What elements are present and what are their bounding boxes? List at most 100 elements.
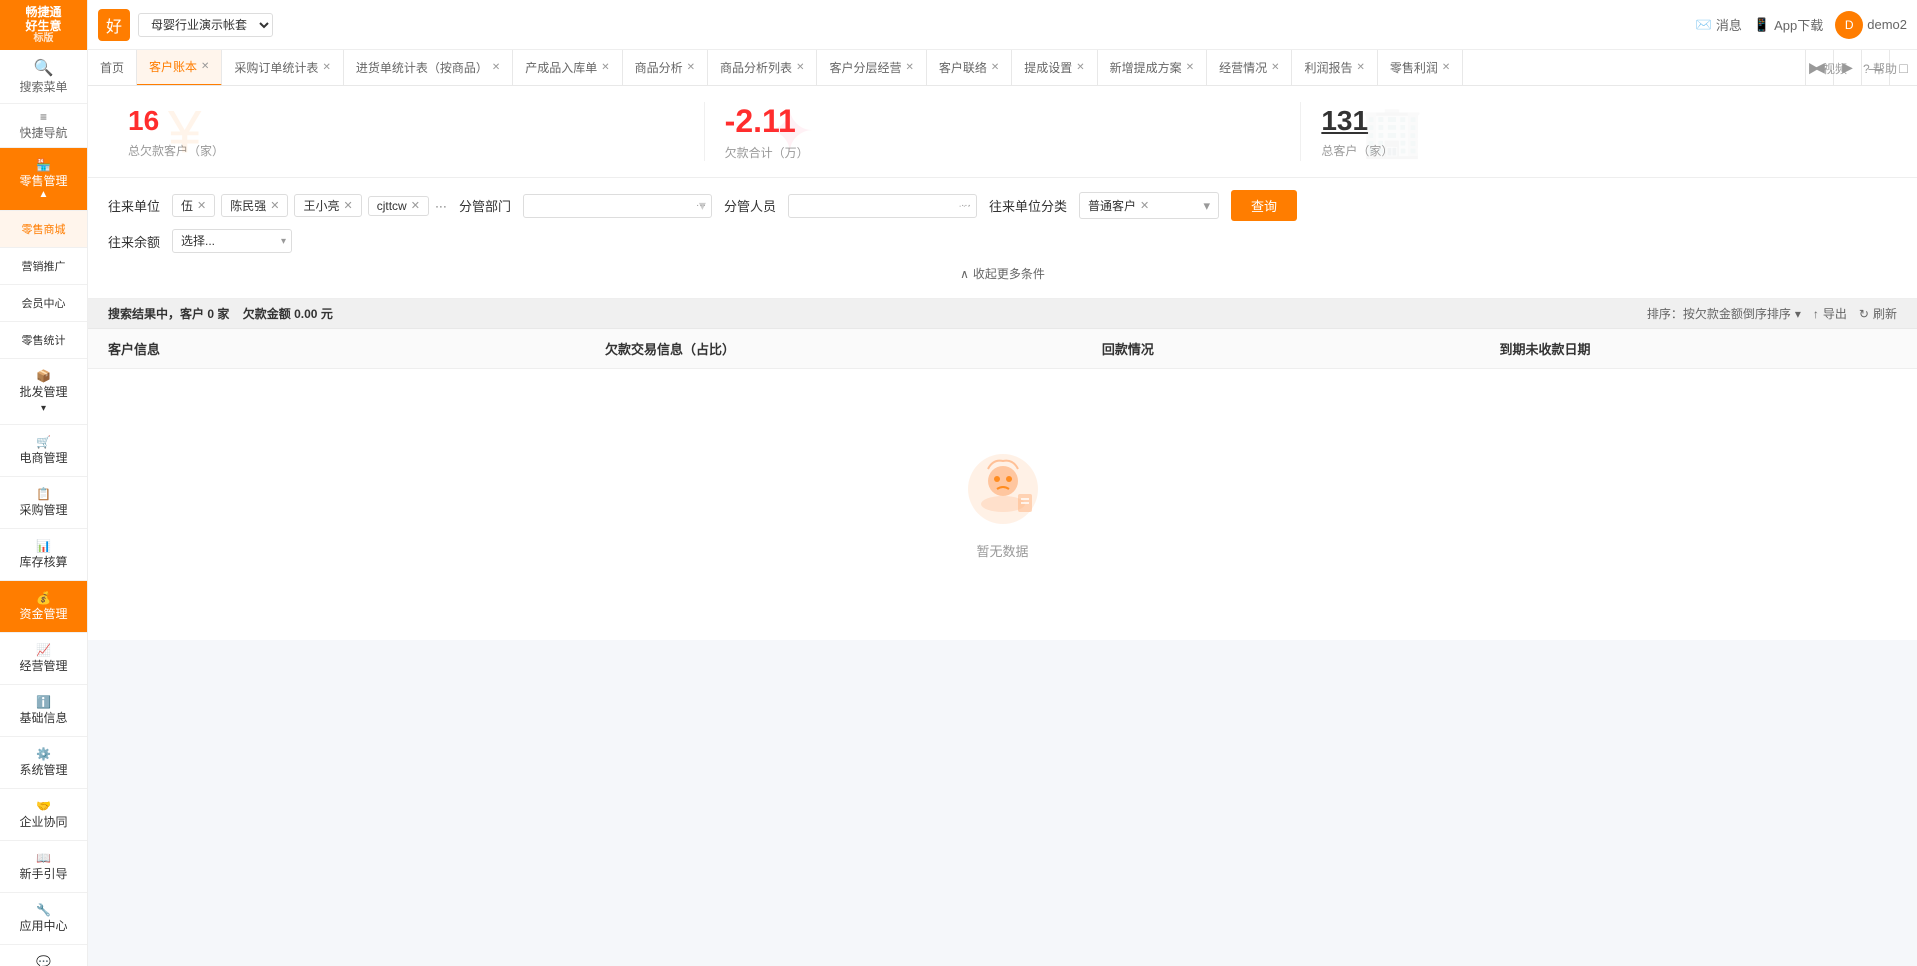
sort-icon: ▾	[1795, 307, 1801, 321]
sidebar-item-retail-mgmt[interactable]: 🏪 零售管理 ▲	[0, 148, 87, 211]
tab-customer-contact-close[interactable]: ✕	[991, 62, 999, 73]
sidebar-item-marketing[interactable]: 营销推广	[0, 248, 87, 285]
filter-tag-wu[interactable]: 伍 ✕	[172, 194, 215, 217]
filter-person-input[interactable]	[788, 194, 977, 218]
filter-tag-cjttcw-close[interactable]: ✕	[411, 199, 420, 212]
tab-retail-profit-close[interactable]: ✕	[1442, 62, 1450, 73]
message-button[interactable]: ✉️ 消息	[1696, 15, 1742, 34]
tab-add-commission-close[interactable]: ✕	[1186, 62, 1194, 73]
filter-dept-input[interactable]	[523, 194, 712, 218]
tab-customer-ledger[interactable]: 客户账本 ✕	[137, 50, 222, 86]
tab-product-in[interactable]: 产成品入库单 ✕	[513, 50, 622, 86]
tab-home-label: 首页	[100, 59, 124, 76]
sidebar-item-retail-mall[interactable]: 零售商城	[0, 211, 87, 248]
sidebar-item-guide[interactable]: 📖 新手引导	[0, 841, 87, 893]
filter-tag-cjttcw[interactable]: cjttcw ✕	[368, 196, 429, 216]
results-bar: 搜索结果中，客户 0 家 欠款金额 0.00 元 排序：按欠款金额倒序排序 ▾ …	[88, 299, 1917, 329]
tab-purchase-order[interactable]: 采购订单统计表 ✕	[222, 50, 343, 86]
col-header-repayment: 回款情况	[1102, 339, 1500, 358]
filter-collapse-row: ∧ 收起更多条件	[108, 261, 1897, 286]
sidebar: 畅捷通 好生意 标版 🔍 搜索菜单 ≡ 快捷导航 🏪 零售管理 ▲ 零售商城 营…	[0, 0, 88, 966]
tab-home[interactable]: 首页	[88, 50, 137, 86]
tab-commission-settings-label: 提成设置	[1024, 59, 1072, 76]
app-download-button[interactable]: 📱 App下载	[1754, 15, 1823, 34]
filter-tag-chen-close[interactable]: ✕	[270, 199, 279, 212]
filter-tag-chen[interactable]: 陈民强 ✕	[221, 194, 288, 217]
tab-goods-analysis[interactable]: 商品分析 ✕	[623, 50, 708, 86]
sidebar-item-system[interactable]: ⚙️ 系统管理	[0, 737, 87, 789]
tab-retail-profit[interactable]: 零售利润 ✕	[1378, 50, 1463, 86]
sidebar-item-member[interactable]: 会员中心	[0, 285, 87, 322]
company-select[interactable]: 母婴行业演示帐套	[138, 13, 273, 37]
summary-card-customers: ¥ 16 总欠款客户（家）	[108, 102, 705, 161]
sidebar-item-retail-stats[interactable]: 零售统计	[0, 322, 87, 359]
download-icon: 📱	[1754, 17, 1770, 33]
sidebar-item-search[interactable]: 🔍 搜索菜单	[0, 50, 87, 104]
tab-customer-layer[interactable]: 客户分层经营 ✕	[817, 50, 926, 86]
filter-unit-type-close[interactable]: ✕	[1140, 199, 1149, 212]
sidebar-item-wholesale[interactable]: 📦 批发管理 ▾	[0, 359, 87, 425]
sort-button[interactable]: 排序：按欠款金额倒序排序 ▾	[1647, 305, 1801, 322]
tab-commission-settings-close[interactable]: ✕	[1076, 62, 1084, 73]
summary-card1-data: 16 总欠款客户（家）	[128, 104, 684, 159]
tab-add-commission[interactable]: 新增提成方案 ✕	[1098, 50, 1207, 86]
tab-retail-profit-label: 零售利润	[1390, 59, 1438, 76]
tab-goods-analysis-list-label: 商品分析列表	[720, 59, 792, 76]
tab-stock-stats-close[interactable]: ✕	[492, 62, 500, 73]
tab-customer-ledger-close[interactable]: ✕	[201, 61, 209, 72]
filter-unit-type-tag: 普通客户 ✕	[1088, 197, 1149, 214]
tab-business-close[interactable]: ✕	[1271, 62, 1279, 73]
empty-state: 暂无数据	[88, 369, 1917, 640]
filter-more-tags[interactable]: ···	[435, 199, 447, 213]
sidebar-item-purchase[interactable]: 📋 采购管理	[0, 477, 87, 529]
sidebar-item-wechat[interactable]: 💬 企业微信	[0, 945, 87, 966]
sidebar-item-collab[interactable]: 🤝 企业协同	[0, 789, 87, 841]
col-header-customer: 客户信息	[108, 339, 605, 358]
tab-product-in-close[interactable]: ✕	[601, 62, 609, 73]
export-icon: ↑	[1813, 307, 1819, 321]
export-button[interactable]: ↑ 导出	[1813, 305, 1847, 322]
tab-customer-layer-close[interactable]: ✕	[905, 62, 913, 73]
sidebar-item-finance[interactable]: 💰 资金管理	[0, 581, 87, 633]
page-content: ▶ 视频 ? 帮助 ¥ 16 总欠款客户（家） ✦ -2.11 欠款合计（万）	[88, 86, 1917, 966]
filter-tag-wang[interactable]: 王小亮 ✕	[294, 194, 361, 217]
filter-unit-label: 往来单位	[108, 196, 160, 215]
tab-customer-layer-label: 客户分层经营	[829, 59, 901, 76]
refresh-button[interactable]: ↻ 刷新	[1859, 305, 1897, 322]
filter-balance-select[interactable]: 选择...	[172, 229, 292, 253]
filter-tag-wu-close[interactable]: ✕	[197, 199, 206, 212]
refresh-icon: ↻	[1859, 307, 1869, 321]
tab-goods-analysis-list-close[interactable]: ✕	[796, 62, 804, 73]
tab-commission-settings[interactable]: 提成设置 ✕	[1012, 50, 1097, 86]
sidebar-item-inventory[interactable]: 📊 库存核算	[0, 529, 87, 581]
filter-balance-label: 往来余额	[108, 232, 160, 251]
tab-customer-contact[interactable]: 客户联络 ✕	[927, 50, 1012, 86]
sidebar-item-operations[interactable]: 📈 经营管理	[0, 633, 87, 685]
tab-profit-report-close[interactable]: ✕	[1357, 62, 1365, 73]
sidebar-item-app-center[interactable]: 🔧 应用中心	[0, 893, 87, 945]
tab-add-commission-label: 新增提成方案	[1110, 59, 1182, 76]
filter-person-label: 分管人员	[724, 196, 776, 215]
filter-collapse-btn[interactable]: ∧ 收起更多条件	[108, 261, 1897, 286]
sidebar-item-ecommerce[interactable]: 🛒 电商管理	[0, 425, 87, 477]
user-menu[interactable]: D demo2	[1835, 11, 1907, 39]
sidebar-item-basic-info[interactable]: ℹ️ 基础信息	[0, 685, 87, 737]
tab-business[interactable]: 经营情况 ✕	[1207, 50, 1292, 86]
filter-person-more-icon: ···	[958, 198, 971, 213]
filter-tag-wang-close[interactable]: ✕	[344, 199, 353, 212]
tab-profit-report[interactable]: 利润报告 ✕	[1292, 50, 1377, 86]
table-header: 客户信息 欠款交易信息（占比） 回款情况 到期未收款日期	[88, 329, 1917, 369]
tab-goods-analysis-list[interactable]: 商品分析列表 ✕	[708, 50, 817, 86]
filter-dept-dropdown-icon: ▾	[699, 197, 706, 214]
filter-unit-type-select[interactable]: 普通客户 ✕ ▾	[1079, 192, 1219, 219]
query-button[interactable]: 查询	[1231, 190, 1297, 221]
tab-stock-stats[interactable]: 进货单统计表（按商品） ✕	[344, 50, 513, 86]
topbar: 好 母婴行业演示帐套 ✉️ 消息 📱 App下载 D demo2	[88, 0, 1917, 50]
sidebar-item-quick-nav[interactable]: ≡ 快捷导航	[0, 104, 87, 148]
summary-card2-num: -2.11	[725, 102, 1281, 140]
tab-goods-analysis-close[interactable]: ✕	[687, 62, 695, 73]
filter-unit-type-dropdown-icon: ▾	[1203, 198, 1210, 214]
filter-unit-type-label: 往来单位分类	[989, 196, 1067, 215]
tab-purchase-order-close[interactable]: ✕	[322, 62, 330, 73]
results-actions: 排序：按欠款金额倒序排序 ▾ ↑ 导出 ↻ 刷新	[1647, 305, 1897, 322]
